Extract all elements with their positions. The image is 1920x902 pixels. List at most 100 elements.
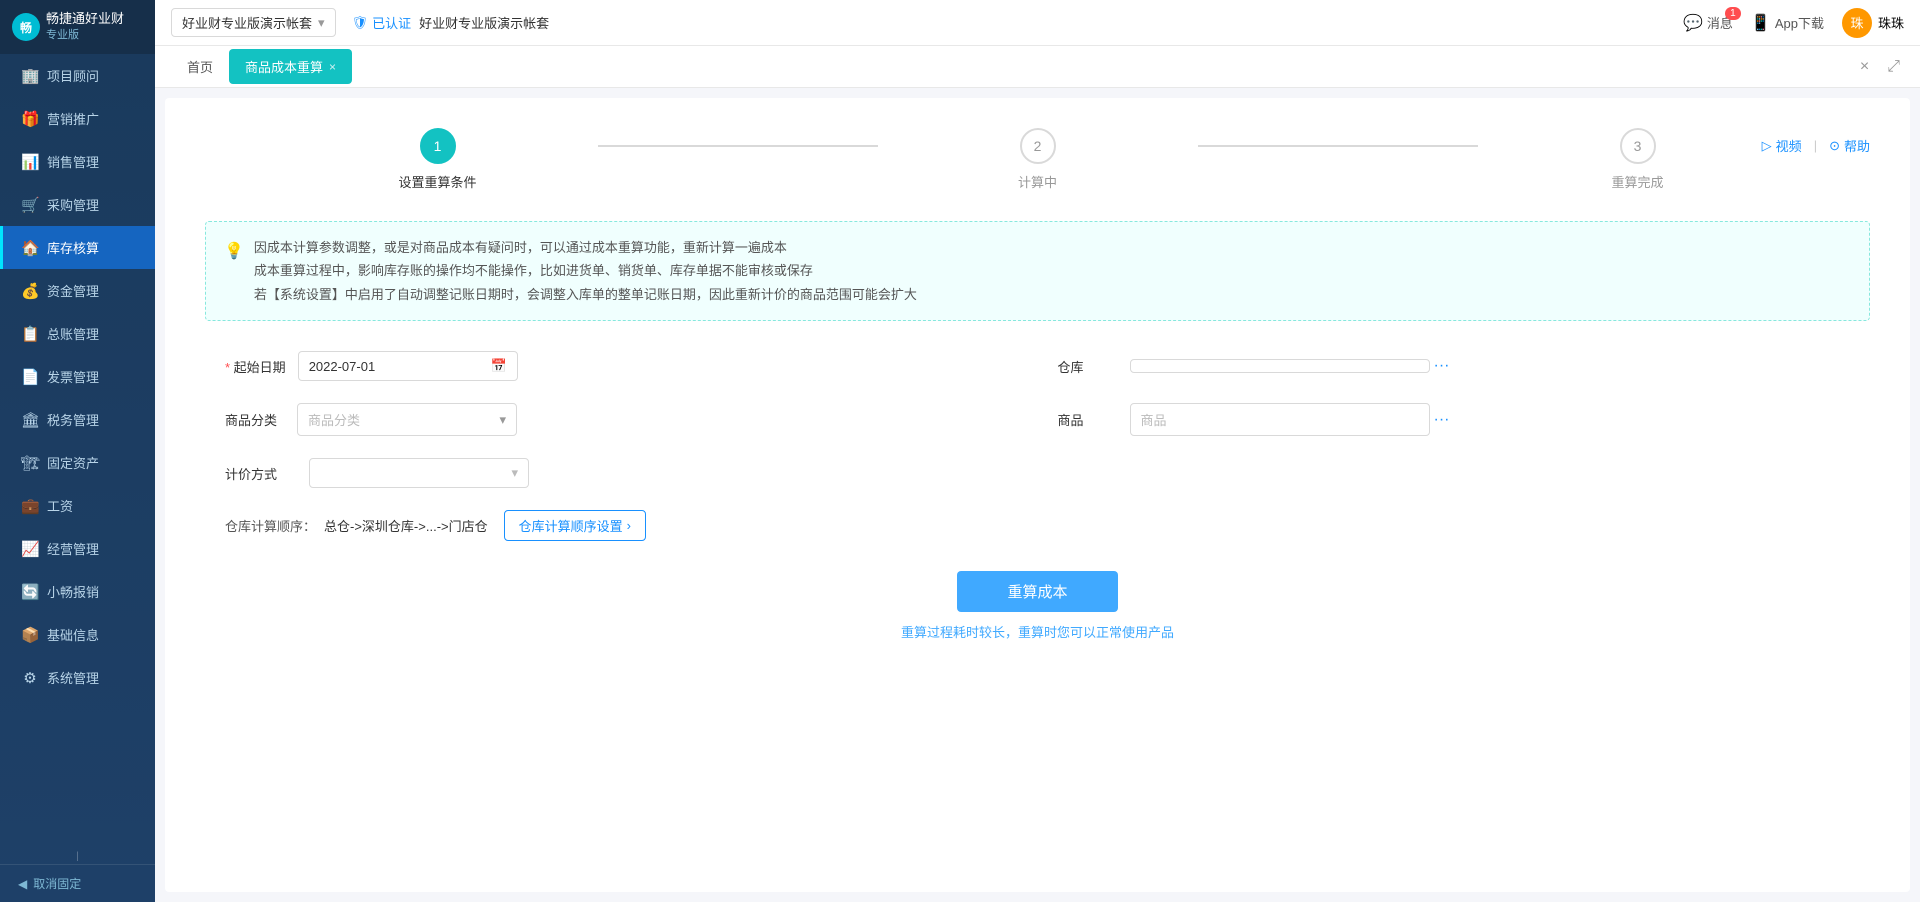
project-icon: 🏢 [21,67,39,85]
pricing-select[interactable]: ▾ [309,458,529,488]
step-line-2 [1198,145,1478,147]
tab-recalc[interactable]: 商品成本重算 × [229,49,352,84]
calc-order-value: 总仓->深圳仓库->...->门店仓 [324,516,488,535]
expense-icon: 🔄 [21,583,39,601]
calc-order-arrow-icon: › [627,518,631,533]
scroll-indicator: | [0,849,155,864]
goods-label: 商品 [1058,410,1118,429]
assets-icon: 🏗 [21,454,39,472]
goods-field: 商品 商品 ··· [1058,403,1851,436]
tax-icon: 🏛 [21,411,39,429]
recalc-button[interactable]: 重算成本 [957,571,1117,612]
pricing-label: 计价方式 [225,464,297,483]
step-3-label: 重算完成 [1611,172,1663,191]
warehouse-input[interactable] [1130,359,1430,373]
sidebar: 畅 畅捷通好业财 专业版 🏢 项目顾问 🎁 营销推广 📊 销售管理 🛒 采购管理… [0,0,155,902]
sidebar-item-assets[interactable]: 🏗 固定资产 [0,441,155,484]
sidebar-item-purchase[interactable]: 🛒 采购管理 [0,183,155,226]
operations-icon: 📈 [21,540,39,558]
start-date-input[interactable]: 2022-07-01 📅 [298,351,518,381]
step-2: 2 计算中 [878,128,1198,191]
tabs-right: × ⤢ [1856,54,1904,80]
sidebar-item-accounting[interactable]: 📋 总账管理 [0,312,155,355]
main-area: 好业财专业版演示帐套 ▾ 🛡 已认证 好业财专业版演示帐套 💬 消息 1 📱 A… [155,0,1920,902]
verified-badge: 🛡 已认证 [352,13,412,32]
pricing-row: 计价方式 ▾ [225,458,1850,488]
system-icon: ⚙ [21,669,39,687]
action-area: 重算成本 重算过程耗时较长，重算时您可以正常使用产品 [225,571,1850,641]
category-label: 商品分类 [225,410,285,429]
account-selector[interactable]: 好业财专业版演示帐套 ▾ [171,8,336,37]
window-expand-icon[interactable]: ⤢ [1883,54,1904,80]
sidebar-item-invoice[interactable]: 📄 发票管理 [0,355,155,398]
info-icon: 💡 [224,238,244,306]
topbar-right: 💬 消息 1 📱 App下载 珠 珠珠 [1683,8,1904,38]
sidebar-item-marketing[interactable]: 🎁 营销推广 [0,97,155,140]
topbar: 好业财专业版演示帐套 ▾ 🛡 已认证 好业财专业版演示帐套 💬 消息 1 📱 A… [155,0,1920,46]
goods-input[interactable]: 商品 [1130,403,1430,436]
basic-icon: 📦 [21,626,39,644]
help-link[interactable]: ⊙ 帮助 [1829,136,1870,155]
accounting-icon: 📋 [21,325,39,343]
calc-order-settings-button[interactable]: 仓库计算顺序设置 › [504,510,646,541]
marketing-icon: 🎁 [21,110,39,128]
step-line-1 [598,145,878,147]
sidebar-item-finance[interactable]: 💰 资金管理 [0,269,155,312]
message-action[interactable]: 💬 消息 1 [1683,13,1733,33]
inventory-icon: 🏠 [21,239,39,257]
sidebar-item-system[interactable]: ⚙ 系统管理 [0,656,155,699]
warehouse-dots-icon[interactable]: ··· [1430,353,1454,379]
logo-text: 畅捷通好业财 专业版 [46,11,124,42]
finance-icon: 💰 [21,282,39,300]
action-note: 重算过程耗时较长，重算时您可以正常使用产品 [225,622,1850,641]
user-avatar[interactable]: 珠 珠珠 [1842,8,1904,38]
step-3: 3 重算完成 [1478,128,1798,191]
unpin-icon: ◀ [18,877,27,891]
sidebar-item-inventory[interactable]: 🏠 库存核算 [0,226,155,269]
sidebar-item-project[interactable]: 🏢 项目顾问 [0,54,155,97]
sidebar-item-sales[interactable]: 📊 销售管理 [0,140,155,183]
purchase-icon: 🛒 [21,196,39,214]
shield-icon: 🛡 [352,15,369,31]
video-link[interactable]: ▷ 视频 [1762,136,1802,155]
sidebar-nav: 🏢 项目顾问 🎁 营销推广 📊 销售管理 🛒 采购管理 🏠 库存核算 💰 资金管… [0,54,155,849]
tab-close-icon[interactable]: × [329,60,336,74]
sidebar-item-basic[interactable]: 📦 基础信息 [0,613,155,656]
page-content: 1 设置重算条件 2 计算中 3 重算完成 ▷ 视频 | ⊙ [165,98,1910,892]
category-field: 商品分类 商品分类 ▾ [225,403,1018,436]
warehouse-label: 仓库 [1058,357,1118,376]
step-1: 1 设置重算条件 [278,128,598,191]
info-text: 因成本计算参数调整，或是对商品成本有疑问时，可以通过成本重算功能，重新计算一遍成… [254,236,917,306]
company-name: 好业财专业版演示帐套 [419,13,549,32]
logo-icon: 畅 [12,13,40,41]
stepper-help: ▷ 视频 | ⊙ 帮助 [1762,136,1870,155]
warehouse-field: 仓库 ··· [1058,353,1851,379]
salary-icon: 💼 [21,497,39,515]
app-download-action[interactable]: 📱 App下载 [1751,13,1824,33]
calendar-icon[interactable]: 📅 [491,358,507,374]
sidebar-item-tax[interactable]: 🏛 税务管理 [0,398,155,441]
tabs-bar: 首页 商品成本重算 × × ⤢ [155,46,1920,88]
sidebar-logo: 畅 畅捷通好业财 专业版 [0,0,155,54]
form-section: 起始日期 2022-07-01 📅 仓库 ··· 商品分类 [205,351,1870,641]
sidebar-item-expense[interactable]: 🔄 小畅报销 [0,570,155,613]
sidebar-item-operations[interactable]: 📈 经营管理 [0,527,155,570]
calc-order-row: 仓库计算顺序： 总仓->深圳仓库->...->门店仓 仓库计算顺序设置 › [225,510,1850,541]
calc-order-label: 仓库计算顺序： [225,516,316,535]
sidebar-unpin[interactable]: ◀ 取消固定 [0,864,155,902]
tab-home[interactable]: 首页 [171,49,229,84]
info-box: 💡 因成本计算参数调整，或是对商品成本有疑问时，可以通过成本重算功能，重新计算一… [205,221,1870,321]
avatar-img: 珠 [1842,8,1872,38]
step-1-label: 设置重算条件 [398,172,476,191]
start-date-field: 起始日期 2022-07-01 📅 [225,351,1018,381]
goods-dots-icon[interactable]: ··· [1430,407,1454,433]
message-badge: 1 [1725,7,1741,20]
invoice-icon: 📄 [21,368,39,386]
category-select[interactable]: 商品分类 ▾ [297,403,517,436]
sidebar-item-salary[interactable]: 💼 工资 [0,484,155,527]
form-row-2: 商品分类 商品分类 ▾ 商品 商品 ··· [225,403,1850,436]
step-3-circle: 3 [1620,128,1656,164]
window-close-icon[interactable]: × [1856,54,1873,80]
start-date-label: 起始日期 [225,357,286,376]
step-2-circle: 2 [1020,128,1056,164]
